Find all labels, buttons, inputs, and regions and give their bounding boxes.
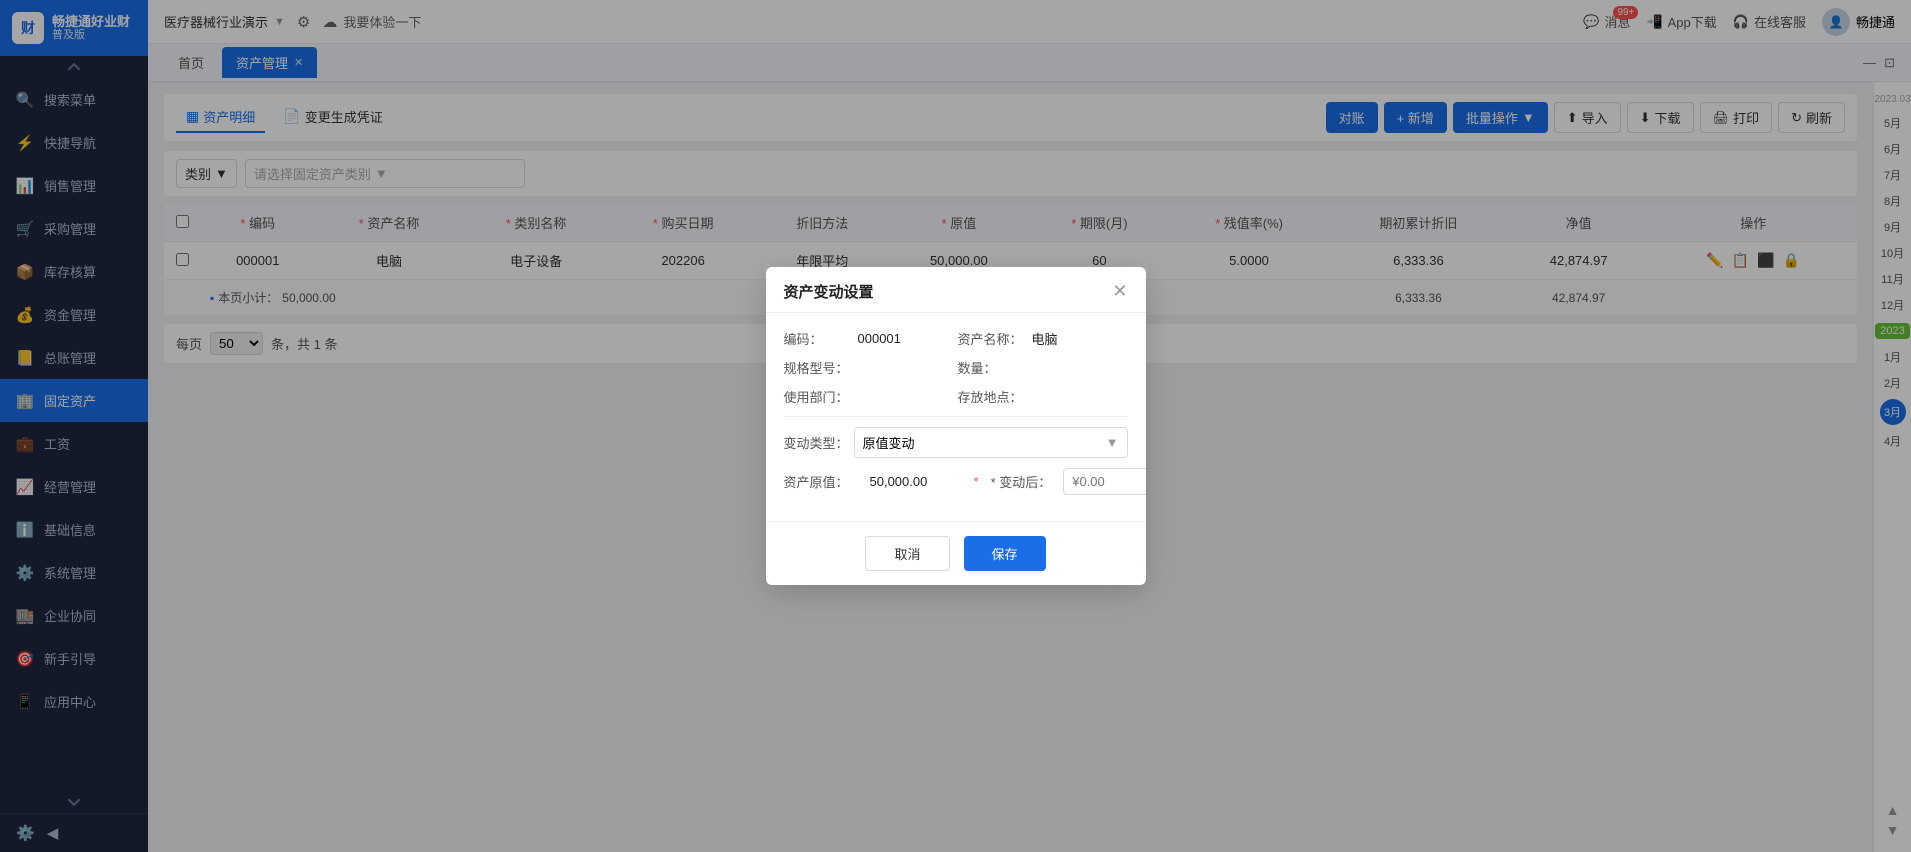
change-type-select[interactable]: 原值变动 ▼ [854, 427, 1128, 458]
modal-close-icon[interactable]: ✕ [1112, 281, 1127, 302]
change-type-chevron-icon: ▼ [1106, 435, 1119, 450]
cancel-button[interactable]: 取消 [865, 536, 949, 571]
modal-divider [784, 416, 1128, 417]
modal-footer: 取消 保存 [766, 521, 1146, 585]
modal-header: 资产变动设置 ✕ [766, 267, 1146, 313]
after-change-input[interactable] [1063, 468, 1145, 495]
modal-row-code-name: 编码： 000001 资产名称： 电脑 [784, 329, 1128, 348]
modal-title: 资产变动设置 [784, 281, 874, 302]
modal-overlay: 资产变动设置 ✕ 编码： 000001 资产名称： 电脑 规格型号： 数量： 使… [0, 0, 1911, 852]
modal-row-spec-qty: 规格型号： 数量： [784, 358, 1128, 377]
modal-body: 编码： 000001 资产名称： 电脑 规格型号： 数量： 使用部门： 存放地点… [766, 313, 1146, 521]
required-star: * [974, 474, 979, 489]
save-button[interactable]: 保存 [964, 536, 1046, 571]
modal-row-dept-location: 使用部门： 存放地点： [784, 387, 1128, 406]
modal-row-values: 资产原值： 50,000.00 * * 变动后： [784, 468, 1128, 495]
modal-row-change-type: 变动类型： 原值变动 ▼ [784, 427, 1128, 458]
asset-change-modal: 资产变动设置 ✕ 编码： 000001 资产名称： 电脑 规格型号： 数量： 使… [766, 267, 1146, 585]
